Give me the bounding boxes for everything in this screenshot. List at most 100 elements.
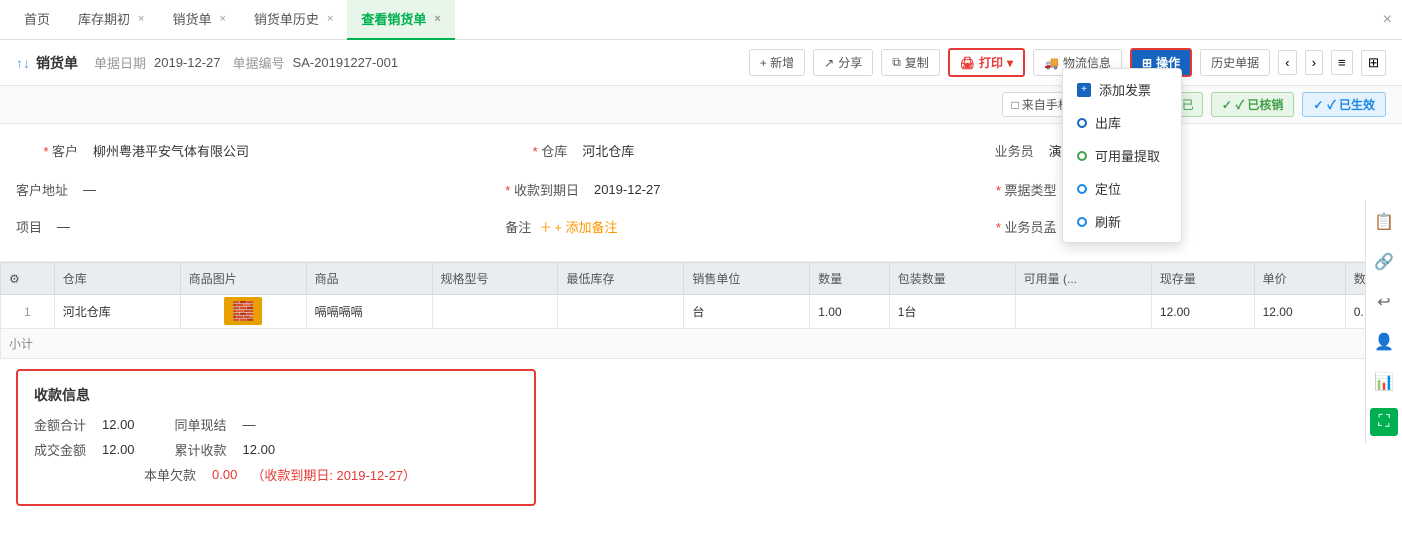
new-button[interactable]: + 新增 bbox=[749, 49, 805, 76]
window-close-btn[interactable]: × bbox=[1383, 11, 1392, 29]
share-button[interactable]: ↗ 分享 bbox=[813, 49, 873, 76]
nav-next-button[interactable]: › bbox=[1305, 50, 1323, 75]
row-price: 12.00 bbox=[1254, 295, 1345, 329]
outstanding-value: 0.00 bbox=[212, 467, 237, 482]
col-available: 可用量 (... bbox=[1015, 263, 1151, 295]
tab-view-sales[interactable]: 查看销货单 × bbox=[347, 0, 454, 40]
confirm-label: 已 bbox=[1182, 96, 1194, 113]
date-label-text: 单据日期 2019-12-27 bbox=[94, 53, 221, 72]
row-pack-qty: 1台 bbox=[889, 295, 1015, 329]
add-note-icon: ＋ bbox=[539, 217, 552, 236]
total-received-item: 累计收款 12.00 bbox=[175, 440, 276, 459]
share-icon: ↗ bbox=[824, 56, 834, 70]
tab-view-sales-label: 查看销货单 bbox=[361, 9, 426, 28]
row-quantity: 1.00 bbox=[810, 295, 889, 329]
side-icon-chart[interactable]: 📊 bbox=[1370, 368, 1398, 396]
side-icon-user[interactable]: 👤 bbox=[1370, 328, 1398, 356]
menu-item-available-extract[interactable]: 可用量提取 bbox=[1063, 139, 1181, 172]
amount-total-label: 金额合计 bbox=[34, 415, 94, 434]
tab-sales[interactable]: 销货单 × bbox=[158, 0, 239, 40]
outstanding-label: 本单欠款 bbox=[144, 465, 204, 484]
tab-view-sales-close[interactable]: × bbox=[434, 13, 440, 25]
total-received-value: 12.00 bbox=[243, 442, 276, 457]
logistics-icon: 🚚 bbox=[1044, 56, 1059, 70]
payment-row-1: 金额合计 12.00 同单现结 — bbox=[34, 415, 518, 434]
effective-icon: ✓ bbox=[1313, 98, 1323, 112]
customer-value[interactable]: 柳州粤港平安气体有限公司 bbox=[86, 136, 505, 165]
address-field: 客户地址 — bbox=[16, 177, 505, 202]
due-date-label: 收款到期日 bbox=[505, 180, 587, 199]
tab-inventory[interactable]: 库存期初 × bbox=[64, 0, 158, 40]
warehouse-field: 仓库 河北仓库 bbox=[505, 136, 994, 165]
col-quantity: 数量 bbox=[810, 263, 889, 295]
add-invoice-label: 添加发票 bbox=[1099, 80, 1151, 99]
note-label: 备注 bbox=[505, 217, 539, 236]
table-wrapper[interactable]: ⚙ 仓库 商品图片 商品 规格型号 最低库存 销售单位 数量 包装数量 可用量 … bbox=[0, 262, 1402, 359]
locate-label: 定位 bbox=[1095, 179, 1121, 198]
doc-title-text: 销货单 bbox=[36, 53, 78, 73]
view-grid-button[interactable]: ⊞ bbox=[1361, 50, 1386, 76]
tab-home[interactable]: 首页 bbox=[10, 0, 64, 40]
tab-bar: 首页 库存期初 × 销货单 × 销货单历史 × 查看销货单 × × bbox=[0, 0, 1402, 40]
col-unit: 销售单位 bbox=[684, 263, 810, 295]
tab-sales-history[interactable]: 销货单历史 × bbox=[240, 0, 347, 40]
toolbar-row2: □ 来自手机 未开票 ✓ 已 ✓ ✓ 已核销 ✓ ✓ 已生效 bbox=[0, 86, 1402, 124]
row-warehouse: 河北仓库 bbox=[54, 295, 180, 329]
add-note-label: + 添加备注 bbox=[554, 217, 617, 236]
product-image: 🧱 bbox=[224, 297, 262, 325]
col-product: 商品 bbox=[306, 263, 432, 295]
warehouse-value[interactable]: 河北仓库 bbox=[575, 136, 994, 165]
tab-sales-history-label: 销货单历史 bbox=[254, 9, 319, 28]
deal-amount-item: 成交金额 12.00 bbox=[34, 440, 135, 459]
copy-icon: ⧉ bbox=[892, 55, 901, 70]
add-invoice-icon: + bbox=[1077, 83, 1091, 97]
table-row: 1 河北仓库 🧱 嗝嗝嗝嗝 台 1.00 1台 12.00 12.00 bbox=[1, 295, 1402, 329]
data-table: ⚙ 仓库 商品图片 商品 规格型号 最低库存 销售单位 数量 包装数量 可用量 … bbox=[0, 262, 1402, 359]
side-icon-print[interactable]: 📋 bbox=[1370, 208, 1398, 236]
history-button[interactable]: 历史单据 bbox=[1200, 49, 1270, 76]
print-button[interactable]: 🖨 打印 ▾ bbox=[948, 48, 1025, 77]
table-header: ⚙ 仓库 商品图片 商品 规格型号 最低库存 销售单位 数量 包装数量 可用量 … bbox=[1, 263, 1402, 295]
col-min-stock: 最低库存 bbox=[558, 263, 684, 295]
menu-item-outbound[interactable]: 出库 bbox=[1063, 106, 1181, 139]
col-stock: 现存量 bbox=[1151, 263, 1254, 295]
subtotal-row: 小计 bbox=[1, 329, 1402, 359]
print-button-label: 打印 bbox=[979, 54, 1003, 71]
menu-item-refresh[interactable]: 刷新 bbox=[1063, 205, 1181, 238]
project-value: — bbox=[50, 214, 505, 239]
row-product: 嗝嗝嗝嗝 bbox=[306, 295, 432, 329]
tab-inventory-close[interactable]: × bbox=[138, 13, 144, 25]
nav-prev-button[interactable]: ‹ bbox=[1278, 50, 1296, 75]
copy-button-label: 复制 bbox=[905, 54, 929, 71]
copy-button[interactable]: ⧉ 复制 bbox=[881, 49, 940, 76]
side-icon-link[interactable]: 🔗 bbox=[1370, 248, 1398, 276]
outstanding-item: 本单欠款 0.00 （收款到期日: 2019-12-27） bbox=[144, 465, 416, 484]
view-list-button[interactable]: ≡ bbox=[1331, 50, 1353, 75]
due-date-field: 收款到期日 2019-12-27 bbox=[505, 177, 994, 202]
due-date-value[interactable]: 2019-12-27 bbox=[587, 177, 995, 202]
doc-number-value: SA-20191227-001 bbox=[293, 55, 399, 70]
row-spec bbox=[432, 295, 558, 329]
side-icon-expand[interactable]: ⛶ bbox=[1370, 408, 1398, 436]
project-field: 项目 — bbox=[16, 214, 505, 239]
doc-title-icon: ↑↓ bbox=[16, 55, 30, 71]
side-icon-back[interactable]: ↩ bbox=[1370, 288, 1398, 316]
row-unit: 台 bbox=[684, 295, 810, 329]
number-label-text: 单据编号 SA-20191227-001 bbox=[233, 53, 399, 72]
payment-title: 收款信息 bbox=[34, 385, 518, 405]
payment-row-3: 本单欠款 0.00 （收款到期日: 2019-12-27） bbox=[34, 465, 518, 484]
sales-emp-field: 业务员孟 — bbox=[995, 214, 1386, 239]
menu-item-locate[interactable]: 定位 bbox=[1063, 172, 1181, 205]
address-value: — bbox=[76, 177, 505, 202]
add-note-button[interactable]: ＋ + 添加备注 bbox=[539, 217, 617, 236]
table-header-row: ⚙ 仓库 商品图片 商品 规格型号 最低库存 销售单位 数量 包装数量 可用量 … bbox=[1, 263, 1402, 295]
side-panel: 📋 🔗 ↩ 👤 📊 ⛶ bbox=[1365, 200, 1402, 444]
tab-sales-close[interactable]: × bbox=[219, 13, 225, 25]
tab-home-label: 首页 bbox=[24, 9, 50, 28]
menu-item-add-invoice[interactable]: + 添加发票 bbox=[1063, 73, 1181, 106]
tab-sales-history-close[interactable]: × bbox=[327, 13, 333, 25]
chevron-left-icon: ‹ bbox=[1285, 55, 1289, 70]
row-stock: 12.00 bbox=[1151, 295, 1254, 329]
doc-header: ↑↓ 销货单 单据日期 2019-12-27 单据编号 SA-20191227-… bbox=[0, 40, 1402, 86]
list-view-icon: ≡ bbox=[1338, 55, 1346, 70]
